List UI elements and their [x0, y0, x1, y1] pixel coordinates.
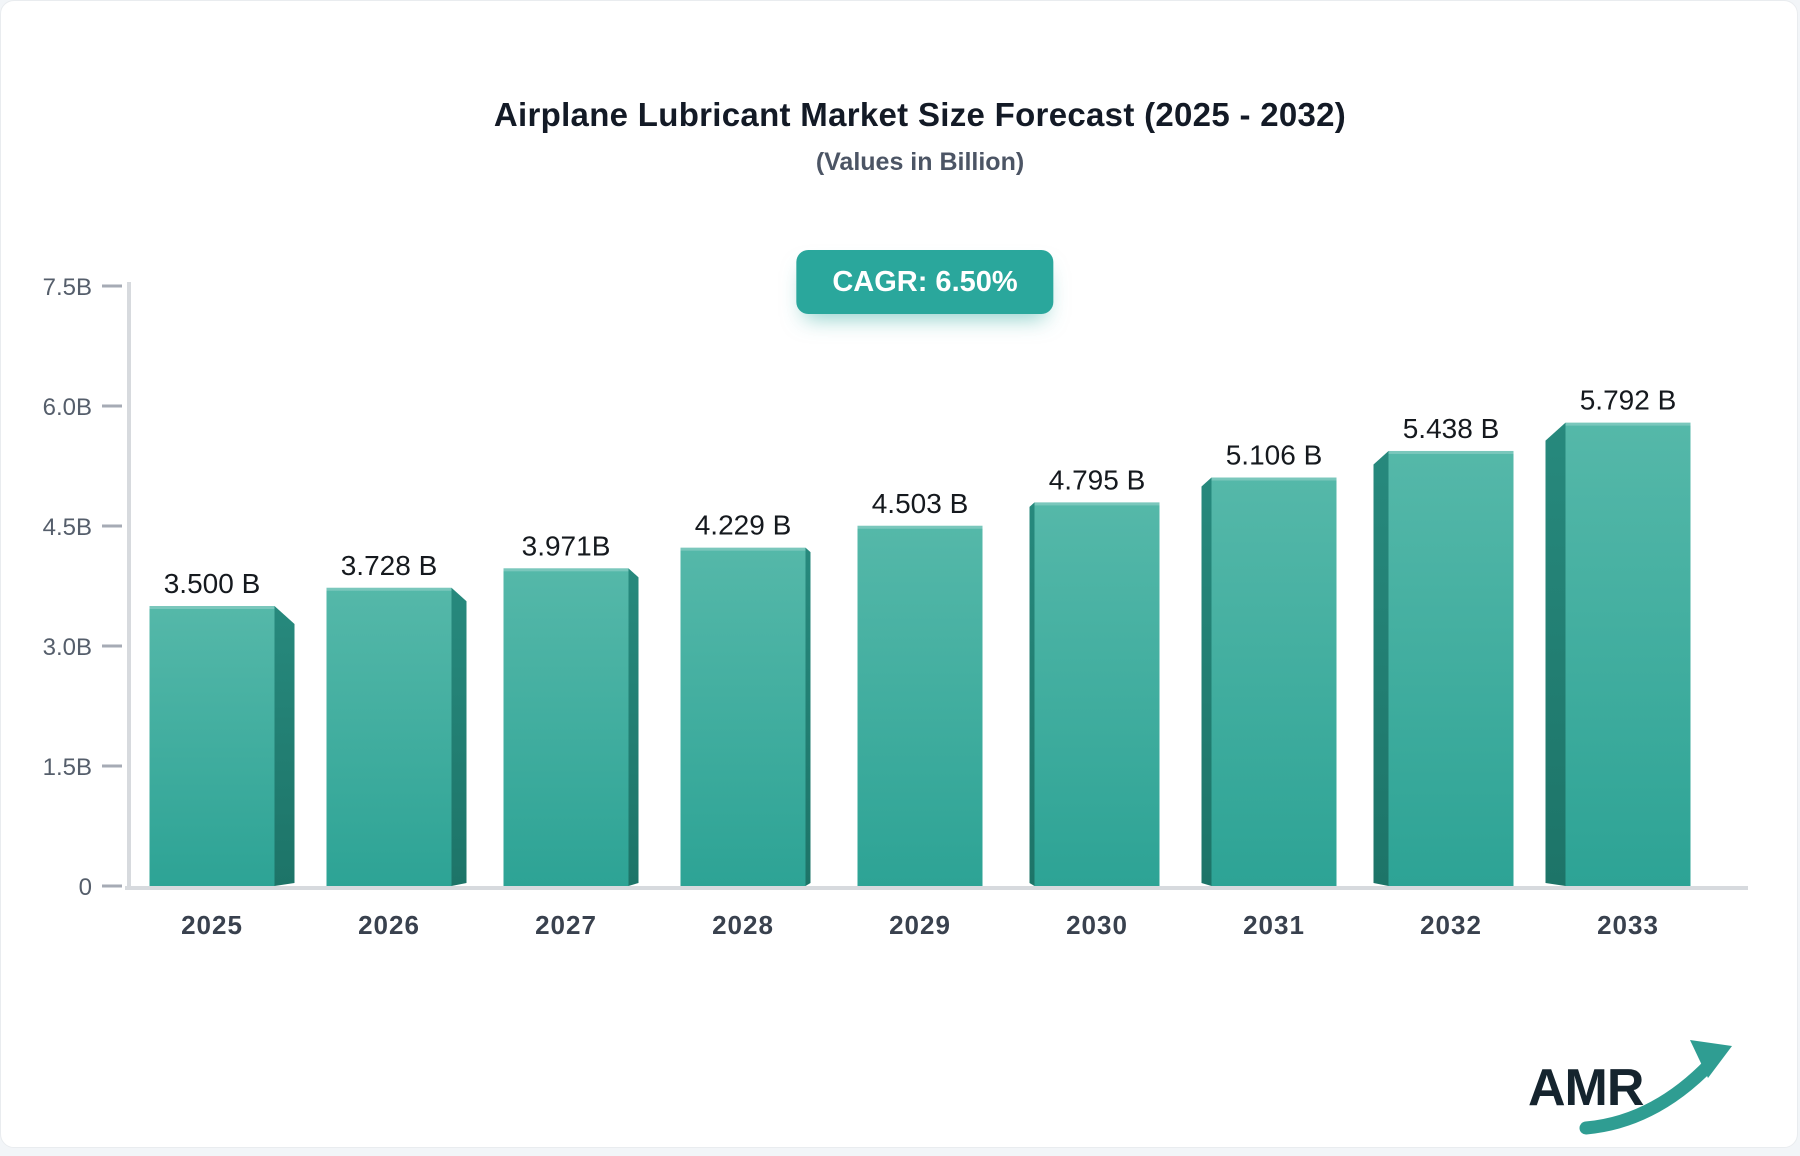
- y-axis-tick: [102, 524, 122, 528]
- bar-top-edge: [326, 587, 452, 591]
- y-axis-line: [127, 282, 131, 890]
- bar-top-edge: [1388, 450, 1514, 454]
- bar-value-label: 4.503 B: [872, 488, 969, 519]
- x-axis-label: 2030: [1066, 910, 1128, 940]
- bar-side-2032: [1373, 450, 1389, 886]
- x-axis-label: 2033: [1597, 910, 1659, 940]
- y-axis-label: 7.5B: [43, 274, 92, 301]
- x-axis-line: [125, 886, 1748, 890]
- bar-2032: [1388, 450, 1514, 886]
- bar-value-label: 3.971B: [522, 530, 611, 561]
- bar-value-label: 5.438 B: [1403, 413, 1500, 444]
- y-axis-label: 3.0B: [43, 634, 92, 661]
- bar-value-label: 3.500 B: [164, 568, 261, 599]
- bar-side-2027: [628, 568, 639, 886]
- trending-up-arrow-icon: [1579, 1040, 1732, 1135]
- y-axis-tick: [102, 884, 122, 888]
- bar-side-2028: [805, 547, 811, 886]
- bar-value-label: 5.792 B: [1580, 385, 1677, 416]
- bar-side-2031: [1201, 477, 1212, 886]
- bar-2030: [1034, 502, 1160, 886]
- x-axis-label: 2031: [1243, 910, 1305, 940]
- bar-top-edge: [680, 547, 806, 551]
- bar-chart: 0 1.5B 3.0B 4.5B 6.0B 7.5B 3.500 B 2025 3.728 B 2…: [43, 274, 1748, 940]
- bar-side-2025: [274, 606, 295, 886]
- bar-value-label: 4.795 B: [1049, 464, 1146, 495]
- bar-side-2026: [451, 587, 467, 886]
- bar-top-edge: [1034, 502, 1160, 506]
- bar-top-edge: [149, 606, 275, 609]
- y-axis-label: 1.5B: [43, 754, 92, 781]
- x-axis-label: 2029: [889, 910, 951, 940]
- y-axis-label: 4.5B: [43, 514, 92, 541]
- bar-2026: [326, 587, 452, 886]
- bar-2033: [1565, 422, 1691, 886]
- x-axis-label: 2032: [1420, 910, 1482, 940]
- bar-top-edge: [503, 568, 629, 572]
- y-axis-tick: [102, 284, 122, 288]
- y-axis-label: 6.0B: [43, 394, 92, 421]
- bar-2031: [1211, 477, 1337, 886]
- bar-top-edge: [1565, 422, 1691, 426]
- bar-side-2033: [1545, 422, 1566, 886]
- amr-logo: AMR: [1528, 1036, 1738, 1146]
- bar-top-edge: [1211, 477, 1337, 481]
- y-axis-tick: [102, 644, 122, 648]
- bar-2025: [149, 606, 275, 886]
- y-axis-tick: [102, 404, 122, 408]
- bar-2027: [503, 568, 629, 886]
- bar-top-edge: [857, 525, 983, 529]
- x-axis-label: 2026: [358, 910, 420, 940]
- bar-side-2030: [1029, 502, 1035, 886]
- bar-value-label: 3.728 B: [341, 550, 438, 581]
- x-axis-label: 2025: [181, 910, 243, 940]
- bar-value-label: 4.229 B: [695, 510, 792, 541]
- y-axis-label: 0: [79, 874, 92, 901]
- bar-2029: [857, 525, 983, 886]
- x-axis-label: 2027: [535, 910, 597, 940]
- bar-value-label: 5.106 B: [1226, 440, 1323, 471]
- x-axis-label: 2028: [712, 910, 774, 940]
- y-axis-tick: [102, 764, 122, 768]
- bar-2028: [680, 547, 806, 886]
